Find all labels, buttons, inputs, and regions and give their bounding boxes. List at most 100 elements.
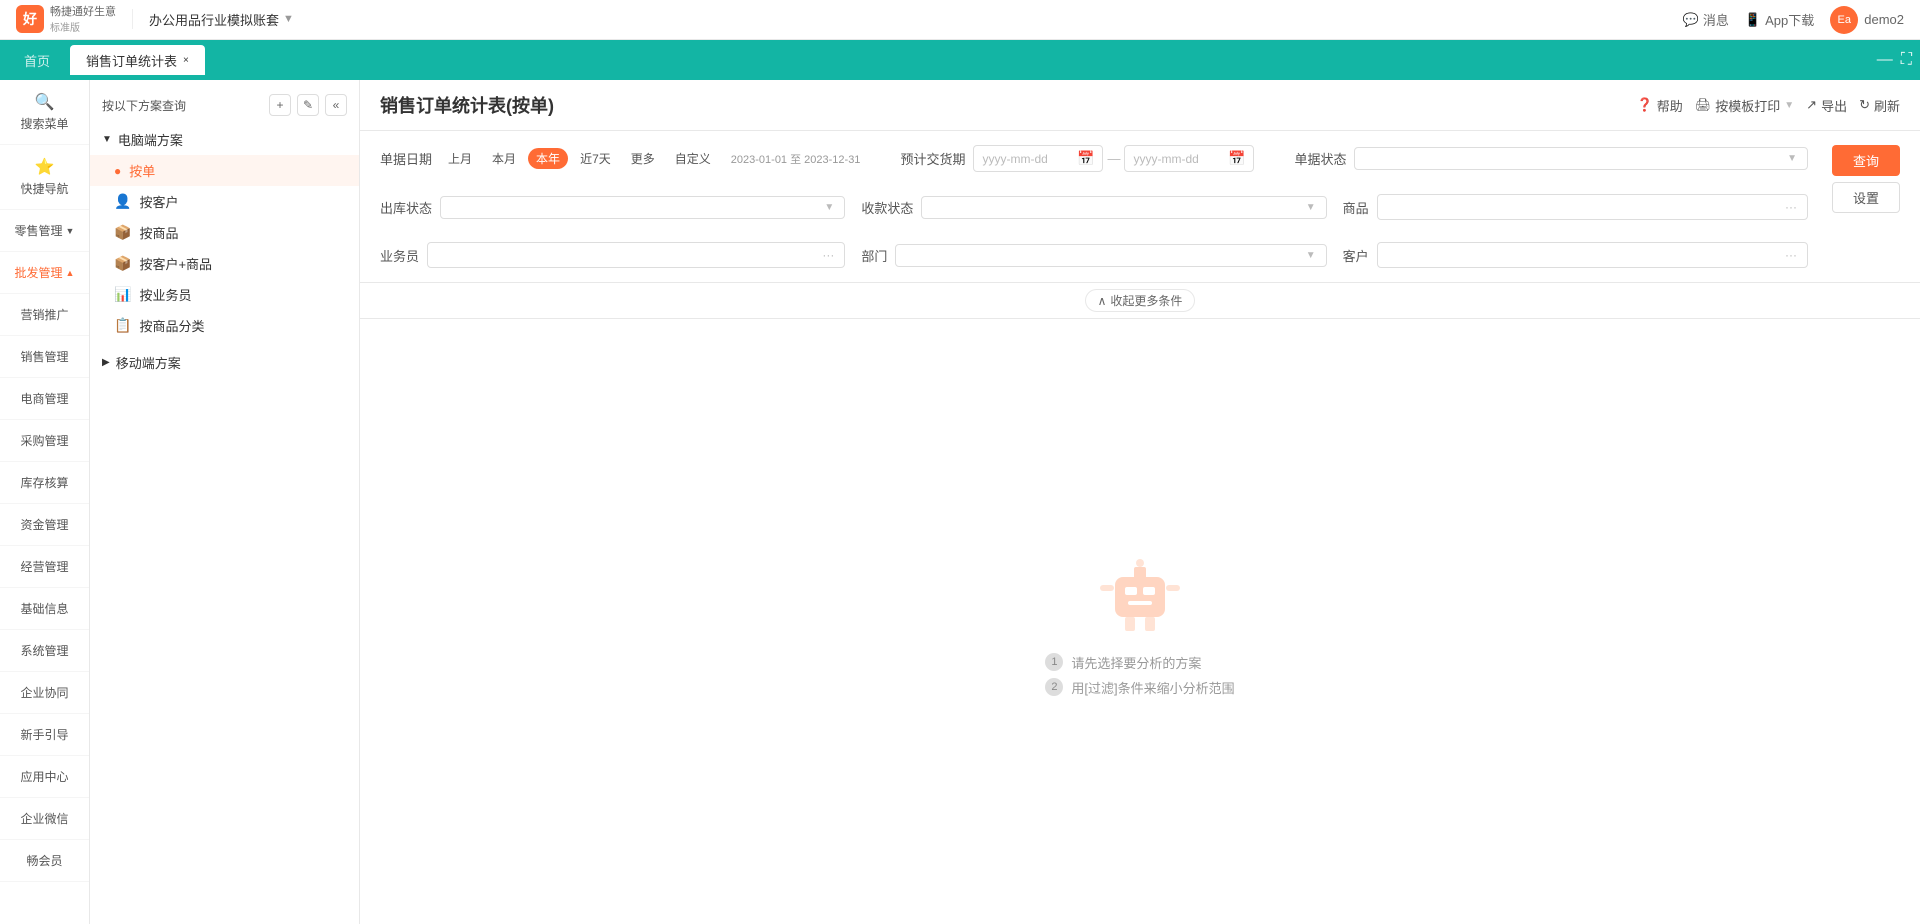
date-tab-more[interactable]: 更多 (623, 148, 663, 169)
left-panel: 按以下方案查询 + ✎ « ▼ 电脑端方案 ● 按单 👤 按客户 📦 (90, 80, 360, 924)
payment-status-select[interactable]: ▼ (921, 196, 1326, 219)
sidebar-item-ecommerce[interactable]: 电商管理 (0, 378, 89, 420)
payment-dropdown-icon: ▼ (1306, 202, 1316, 213)
sidebar-item-inventory[interactable]: 库存核算 (0, 462, 89, 504)
company-title[interactable]: 办公用品行业模拟账套 ▼ (149, 10, 294, 29)
category-icon: 📋 (114, 317, 131, 334)
phone-icon: 📱 (1745, 12, 1761, 28)
tree-expand-right-icon: ▶ (102, 357, 110, 368)
sidebar-item-wholesale[interactable]: 批发管理 ▲ (0, 252, 89, 294)
out-status-label: 出库状态 (380, 198, 432, 217)
status-select[interactable]: ▼ (1354, 147, 1808, 170)
refresh-icon: ↻ (1859, 97, 1870, 113)
collapse-row: ∧ 收起更多条件 (360, 283, 1920, 319)
expected-date-end[interactable]: yyyy-mm-dd 📅 (1124, 145, 1254, 172)
page-header: 销售订单统计表(按单) ❓ 帮助 🖨 按模板打印 ▼ ↗ 导出 (360, 80, 1920, 131)
sidebar-item-member[interactable]: 畅会员 (0, 840, 89, 882)
date-tab-7days[interactable]: 近7天 (572, 148, 619, 169)
product-select[interactable]: ··· (1377, 194, 1808, 220)
tab-sales-order[interactable]: 销售订单统计表 × (70, 45, 205, 75)
collapse-panel-btn[interactable]: « (325, 94, 347, 116)
print-btn[interactable]: 🖨 按模板打印 ▼ (1695, 96, 1794, 115)
tip-num-1: 1 (1045, 653, 1063, 671)
print-icon: 🖨 (1695, 97, 1712, 113)
sidebar-item-enterprise[interactable]: 企业协同 (0, 672, 89, 714)
sidebar-item-appcenter[interactable]: 应用中心 (0, 756, 89, 798)
collapse-btn[interactable]: ∧ 收起更多条件 (1085, 289, 1196, 312)
export-btn[interactable]: ↗ 导出 (1806, 96, 1847, 115)
date-tab-custom[interactable]: 自定义 (667, 148, 719, 169)
sidebar-item-finance[interactable]: 资金管理 (0, 504, 89, 546)
sidebar-item-system[interactable]: 系统管理 (0, 630, 89, 672)
top-bar-right: 💬 消息 📱 App下载 Ea demo2 (1683, 6, 1904, 34)
calendar-icon-start: 📅 (1077, 150, 1094, 167)
sidebar-item-marketing[interactable]: 营销推广 (0, 294, 89, 336)
salesperson-select[interactable]: ··· (427, 242, 845, 268)
sidebar-item-quicknav[interactable]: ⭐ 快捷导航 (0, 145, 89, 210)
logo-area: 好 畅捷通好生意 标准版 (16, 5, 116, 34)
logo-text: 畅捷通好生意 (50, 5, 116, 19)
add-scheme-btn[interactable]: + (269, 94, 291, 116)
empty-robot-icon (1090, 547, 1190, 637)
sidebar-item-newbie[interactable]: 新手引导 (0, 714, 89, 756)
main-layout: 🔍 搜索菜单 ⭐ 快捷导航 零售管理 ▼ 批发管理 ▲ 营销推广 销售管理 电商… (0, 80, 1920, 924)
out-status-select[interactable]: ▼ (440, 196, 845, 219)
tree-item-by-product[interactable]: 📦 按商品 (90, 217, 359, 248)
tree-section-mobile[interactable]: ▶ 移动端方案 (90, 347, 359, 378)
settings-button[interactable]: 设置 (1832, 182, 1900, 213)
sidebar-item-basic[interactable]: 基础信息 (0, 588, 89, 630)
app-download-btn[interactable]: 📱 App下载 (1745, 10, 1814, 29)
help-btn[interactable]: ❓ 帮助 (1637, 96, 1683, 115)
page-actions: ❓ 帮助 🖨 按模板打印 ▼ ↗ 导出 ↻ 刷新 (1637, 96, 1900, 127)
date-tab-thisyear[interactable]: 本年 (528, 148, 568, 169)
tree-item-by-salesperson[interactable]: 📊 按业务员 (90, 279, 359, 310)
message-btn[interactable]: 💬 消息 (1683, 10, 1729, 29)
tree-item-by-category[interactable]: 📋 按商品分类 (90, 310, 359, 341)
filter-row-3: 业务员 ··· 部门 ▼ (380, 242, 1808, 268)
top-bar-left: 好 畅捷通好生意 标准版 办公用品行业模拟账套 ▼ (16, 5, 294, 34)
expected-date-start[interactable]: yyyy-mm-dd 📅 (973, 145, 1103, 172)
customer-group: 客户 ··· (1343, 242, 1808, 268)
date-label: 单据日期 (380, 149, 432, 168)
customer-more-icon: ··· (1785, 248, 1797, 262)
print-dropdown-icon: ▼ (1784, 100, 1794, 111)
tree-item-by-order[interactable]: ● 按单 (90, 155, 359, 186)
date-separator: — (1107, 151, 1120, 166)
date-tab-lastmonth[interactable]: 上月 (440, 148, 480, 169)
sidebar-item-operations[interactable]: 经营管理 (0, 546, 89, 588)
expected-date-label: 预计交货期 (900, 149, 965, 168)
sidebar: 🔍 搜索菜单 ⭐ 快捷导航 零售管理 ▼ 批发管理 ▲ 营销推广 销售管理 电商… (0, 80, 90, 924)
maximize-icon[interactable]: ⛶ (1901, 51, 1912, 69)
tree-item-by-customer-product[interactable]: 📦 按客户+商品 (90, 248, 359, 279)
filter-row-1: 单据日期 上月 本月 本年 (380, 145, 1808, 172)
sidebar-item-search[interactable]: 🔍 搜索菜单 (0, 80, 89, 145)
dept-select[interactable]: ▼ (895, 244, 1326, 267)
user-area[interactable]: Ea demo2 (1830, 6, 1904, 34)
logo-sub: 标准版 (50, 19, 116, 34)
date-tab-thismonth[interactable]: 本月 (484, 148, 524, 169)
tab-home[interactable]: 首页 (8, 45, 66, 75)
arrow-icon: ▼ (66, 226, 75, 236)
salesperson-group: 业务员 ··· (380, 242, 845, 268)
tree-item-by-customer[interactable]: 👤 按客户 (90, 186, 359, 217)
product-group: 商品 ··· (1343, 194, 1808, 220)
sidebar-item-retail[interactable]: 零售管理 ▼ (0, 210, 89, 252)
refresh-btn[interactable]: ↻ 刷新 (1859, 96, 1900, 115)
minimize-icon[interactable]: — (1877, 51, 1893, 69)
sidebar-item-sales[interactable]: 销售管理 (0, 336, 89, 378)
tab-bar-actions: — ⛶ (1877, 51, 1912, 69)
tree-section-pc[interactable]: ▼ 电脑端方案 (90, 124, 359, 155)
tab-close-icon[interactable]: × (183, 55, 189, 66)
customer-select[interactable]: ··· (1377, 242, 1808, 268)
salesperson-more-icon: ··· (822, 248, 834, 262)
query-button[interactable]: 查询 (1832, 145, 1900, 176)
filter-main-row: 单据日期 上月 本月 本年 (380, 145, 1900, 268)
dropdown-arrow-icon: ▼ (283, 13, 294, 25)
dept-dropdown-icon: ▼ (1306, 250, 1316, 261)
status-label: 单据状态 (1294, 149, 1346, 168)
edit-scheme-btn[interactable]: ✎ (297, 94, 319, 116)
help-icon: ❓ (1637, 97, 1653, 113)
sidebar-item-wechat[interactable]: 企业微信 (0, 798, 89, 840)
sidebar-item-purchase[interactable]: 采购管理 (0, 420, 89, 462)
date-field-group: 单据日期 上月 本月 本年 (380, 148, 860, 169)
